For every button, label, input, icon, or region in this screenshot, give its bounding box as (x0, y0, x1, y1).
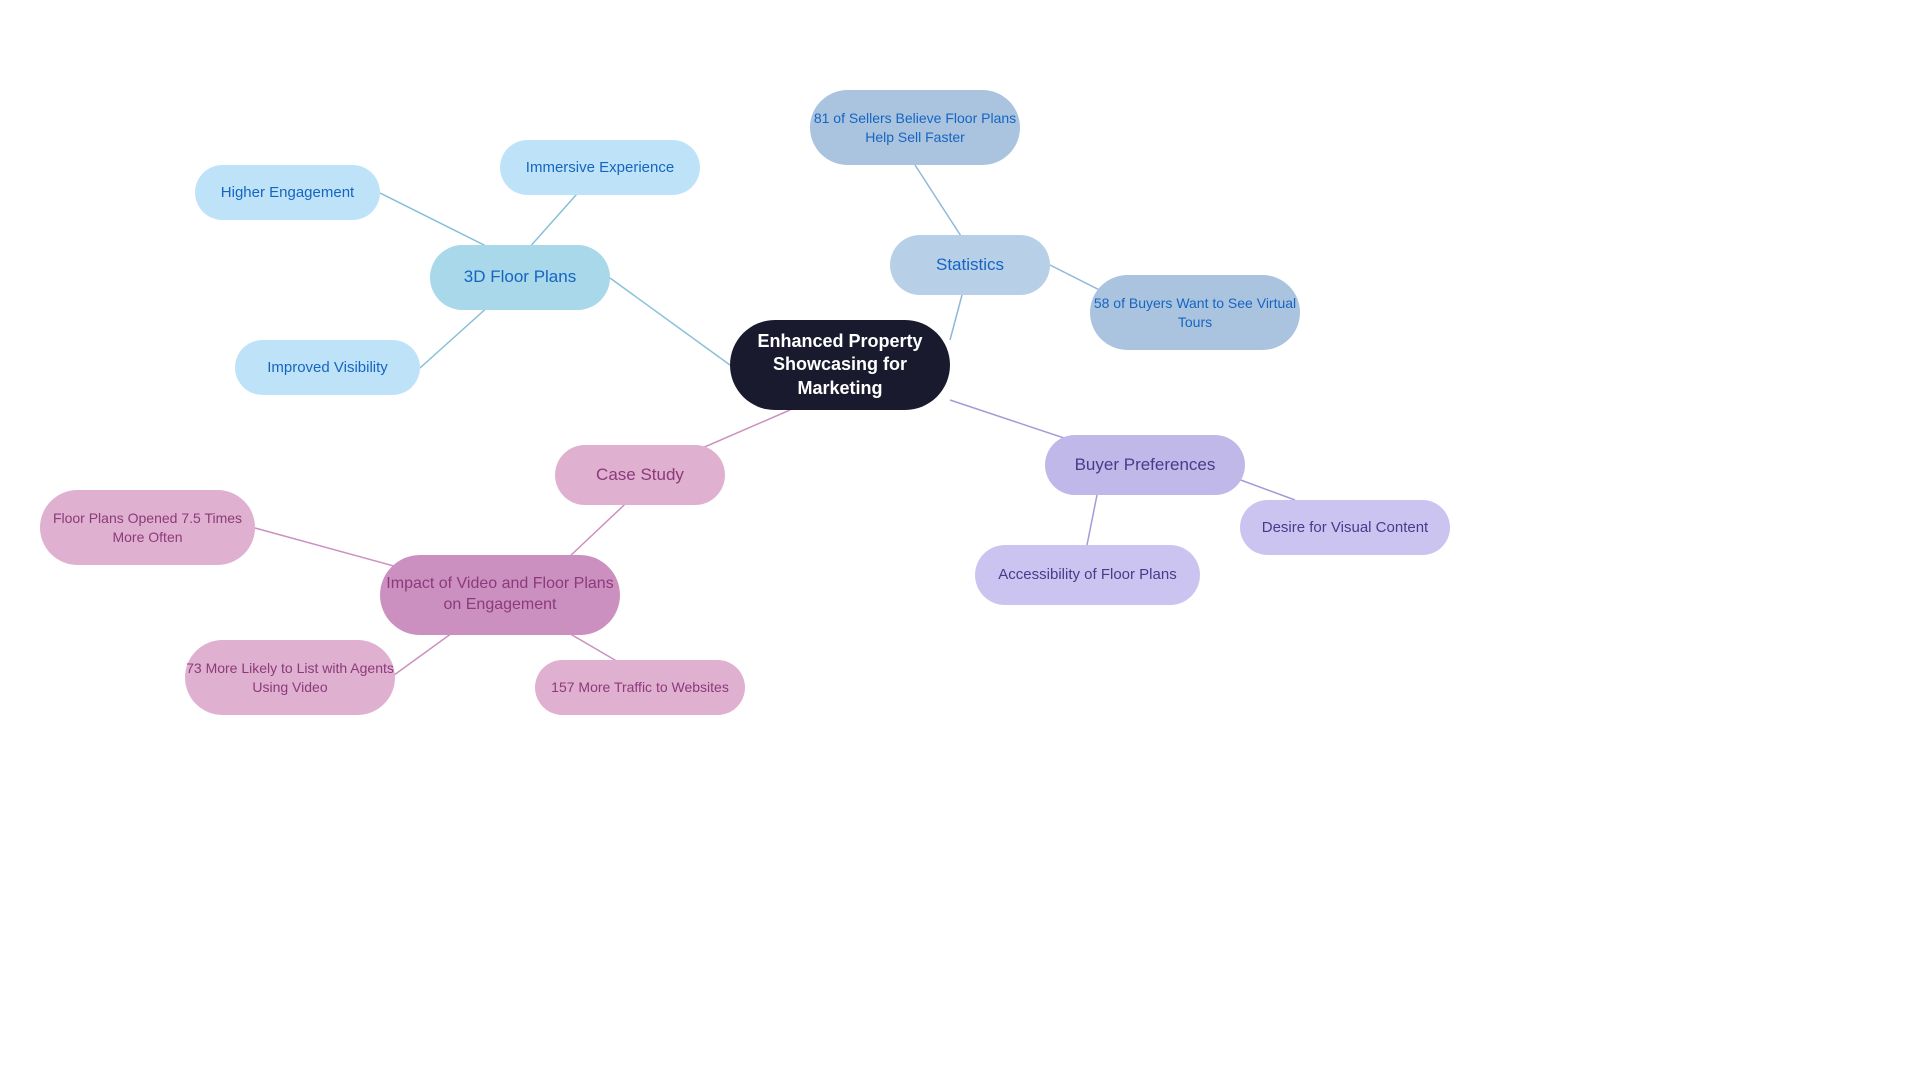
node-3d-floor-plans[interactable]: 3D Floor Plans (430, 245, 610, 310)
center-node: Enhanced Property Showcasing for Marketi… (730, 320, 950, 410)
node-more-traffic[interactable]: 157 More Traffic to Websites (535, 660, 745, 715)
node-immersive-experience[interactable]: Immersive Experience (500, 140, 700, 195)
node-statistics[interactable]: Statistics (890, 235, 1050, 295)
node-higher-engagement[interactable]: Higher Engagement (195, 165, 380, 220)
node-buyer-preferences[interactable]: Buyer Preferences (1045, 435, 1245, 495)
node-sellers-stat[interactable]: 81 of Sellers Believe Floor Plans Help S… (810, 90, 1020, 165)
node-case-study[interactable]: Case Study (555, 445, 725, 505)
node-improved-visibility[interactable]: Improved Visibility (235, 340, 420, 395)
node-more-likely[interactable]: 73 More Likely to List with Agents Using… (185, 640, 395, 715)
node-impact-video-floor-plans[interactable]: Impact of Video and Floor Plans on Engag… (380, 555, 620, 635)
node-accessibility[interactable]: Accessibility of Floor Plans (975, 545, 1200, 605)
node-floor-plans-opened[interactable]: Floor Plans Opened 7.5 Times More Often (40, 490, 255, 565)
node-desire-visual[interactable]: Desire for Visual Content (1240, 500, 1450, 555)
node-buyers-virtual-tours[interactable]: 58 of Buyers Want to See Virtual Tours (1090, 275, 1300, 350)
